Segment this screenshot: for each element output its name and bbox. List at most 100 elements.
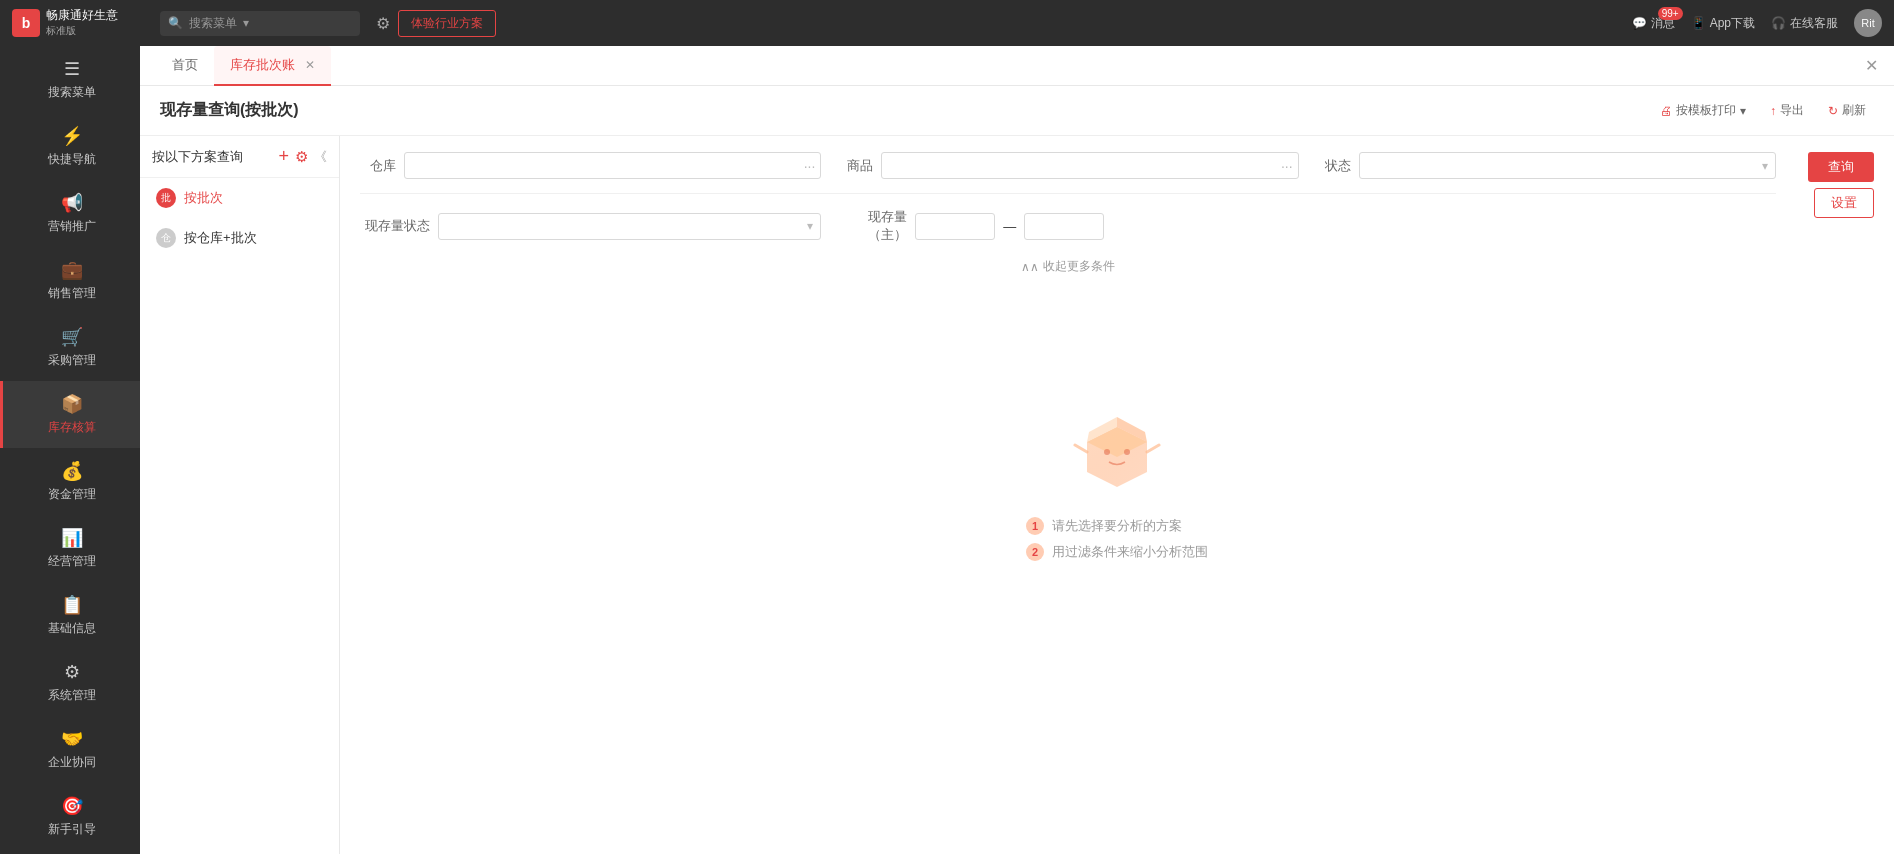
sales-icon: 💼 — [61, 259, 83, 281]
status-label: 状态 — [1315, 157, 1351, 175]
sidebar-label-guide: 新手引导 — [48, 821, 96, 838]
online-service-label: 在线客服 — [1790, 15, 1838, 32]
filter-item-by-warehouse-batch[interactable]: 仓 按仓库+批次 — [140, 218, 339, 258]
sidebar-item-purchase[interactable]: 🛒 采购管理 — [0, 314, 140, 381]
logo-icon: b — [12, 9, 40, 37]
basic-icon: 📋 — [61, 594, 83, 616]
collapse-btn[interactable]: ∧∧ 收起更多条件 — [1017, 254, 1119, 279]
tab-bar: 首页 库存批次账 ✕ ✕ — [140, 46, 1894, 86]
warehouse-more-btn[interactable]: ··· — [804, 158, 816, 174]
sidebar-label-search: 搜索菜单 — [48, 84, 96, 101]
warehouse-input-wrapper: ··· — [404, 152, 821, 179]
sidebar: ☰ 搜索菜单 ⚡ 快捷导航 📢 营销推广 💼 销售管理 🛒 采购管理 📦 库存核… — [0, 46, 140, 854]
warehouse-batch-icon: 仓 — [156, 228, 176, 248]
filter-item-warehouse-batch-label: 按仓库+批次 — [184, 229, 257, 247]
sidebar-item-system[interactable]: ⚙ 系统管理 — [0, 649, 140, 716]
inventory-status-group: 现存量状态 ▾ — [360, 213, 821, 240]
filter-row-1: 仓库 ··· 商品 — [360, 152, 1776, 179]
sidebar-item-enterprise[interactable]: 🤝 企业协同 — [0, 716, 140, 783]
header-right: 💬 消息 99+ 📱 App下载 🎧 在线客服 Rit — [1632, 9, 1882, 37]
menu-search-bar[interactable]: 🔍 搜索菜单 ▾ — [160, 11, 360, 36]
tab-home[interactable]: 首页 — [156, 46, 214, 86]
sidebar-item-operations[interactable]: 📊 经营管理 — [0, 515, 140, 582]
print-icon: 🖨 — [1660, 104, 1672, 118]
gear-icon: ⚙ — [376, 15, 390, 32]
export-icon: ↑ — [1770, 104, 1776, 118]
settings-btn[interactable]: 设置 — [1814, 188, 1874, 218]
system-icon: ⚙ — [64, 661, 80, 683]
sidebar-item-quick-nav[interactable]: ⚡ 快捷导航 — [0, 113, 140, 180]
filter-panel-header: 按以下方案查询 + ⚙ 《 — [140, 136, 339, 178]
svg-point-4 — [1104, 449, 1110, 455]
refresh-icon: ↻ — [1828, 104, 1838, 118]
message-action[interactable]: 💬 消息 99+ — [1632, 15, 1675, 32]
svg-line-6 — [1075, 445, 1087, 452]
tab-panel-close-btn[interactable]: ✕ — [1865, 56, 1878, 75]
phone-icon: 📱 — [1691, 16, 1706, 30]
filter-panel: 按以下方案查询 + ⚙ 《 批 按批次 仓 按仓库+批次 — [140, 136, 340, 854]
sidebar-label-basic: 基础信息 — [48, 620, 96, 637]
warehouse-input[interactable] — [404, 152, 821, 179]
close-icon: ✕ — [1865, 56, 1878, 75]
empty-illustration — [1067, 397, 1167, 497]
collapse-up-icon: ∧∧ — [1021, 260, 1039, 274]
sidebar-label-operations: 经营管理 — [48, 553, 96, 570]
filter-header-actions: + ⚙ 《 — [278, 146, 327, 167]
sidebar-item-sales[interactable]: 💼 销售管理 — [0, 247, 140, 314]
sidebar-label-enterprise: 企业协同 — [48, 754, 96, 771]
btn-group: 查询 设置 — [1792, 152, 1874, 218]
filter-collapse-btn[interactable]: 《 — [314, 148, 327, 166]
sidebar-item-search[interactable]: ☰ 搜索菜单 — [0, 46, 140, 113]
inventory-status-select[interactable] — [438, 213, 821, 240]
app-name: 畅康通好生意 — [46, 8, 118, 24]
sidebar-item-basic[interactable]: 📋 基础信息 — [0, 582, 140, 649]
status-select[interactable] — [1359, 152, 1776, 179]
enterprise-icon: 🤝 — [61, 728, 83, 750]
inventory-qty-label: 现存量（主） — [837, 208, 907, 244]
sidebar-item-guide[interactable]: 🎯 新手引导 — [0, 783, 140, 850]
search-label: 搜索菜单 — [189, 15, 237, 32]
user-area[interactable]: Rit — [1854, 9, 1882, 37]
sidebar-item-apps[interactable]: 🔲 应用中心 — [0, 850, 140, 854]
empty-state: 1 请先选择要分析的方案 2 用过滤条件来缩小分析范围 — [360, 279, 1874, 679]
collapse-label: 收起更多条件 — [1043, 258, 1115, 275]
experience-btn[interactable]: 体验行业方案 — [398, 10, 496, 37]
tab-inventory-batch[interactable]: 库存批次账 ✕ — [214, 46, 331, 86]
filter-divider — [360, 193, 1776, 194]
warehouse-label: 仓库 — [360, 157, 396, 175]
inventory-qty-to[interactable] — [1024, 213, 1104, 240]
product-filter-group: 商品 ··· — [837, 152, 1298, 179]
filter-add-btn[interactable]: + — [278, 146, 289, 167]
filter-item-by-batch[interactable]: 批 按批次 — [140, 178, 339, 218]
empty-tips: 1 请先选择要分析的方案 2 用过滤条件来缩小分析范围 — [1026, 517, 1208, 561]
query-btn[interactable]: 查询 — [1808, 152, 1874, 182]
quick-nav-icon: ⚡ — [61, 125, 83, 147]
online-service-action[interactable]: 🎧 在线客服 — [1771, 15, 1838, 32]
main-layout: ☰ 搜索菜单 ⚡ 快捷导航 📢 营销推广 💼 销售管理 🛒 采购管理 📦 库存核… — [0, 46, 1894, 854]
tab-close-btn[interactable]: ✕ — [305, 58, 315, 72]
sidebar-item-inventory[interactable]: 📦 库存核算 — [0, 381, 140, 448]
export-btn[interactable]: ↑ 导出 — [1762, 98, 1812, 123]
logo-info: 畅康通好生意 标准版 — [46, 8, 118, 38]
product-input-wrapper: ··· — [881, 152, 1298, 179]
dropdown-icon: ▾ — [243, 16, 249, 30]
gear-settings[interactable]: ⚙ — [376, 14, 390, 33]
sidebar-item-marketing[interactable]: 📢 营销推广 — [0, 180, 140, 247]
product-input[interactable] — [881, 152, 1298, 179]
svg-line-7 — [1147, 445, 1159, 452]
app-download-action[interactable]: 📱 App下载 — [1691, 15, 1755, 32]
sidebar-label-inventory: 库存核算 — [48, 419, 96, 436]
refresh-btn[interactable]: ↻ 刷新 — [1820, 98, 1874, 123]
inventory-qty-from[interactable] — [915, 213, 995, 240]
filter-panel-title: 按以下方案查询 — [152, 148, 243, 166]
sidebar-item-finance[interactable]: 💰 资金管理 — [0, 448, 140, 515]
batch-icon: 批 — [156, 188, 176, 208]
inventory-status-wrapper: ▾ — [438, 213, 821, 240]
purchase-icon: 🛒 — [61, 326, 83, 348]
product-more-btn[interactable]: ··· — [1281, 158, 1293, 174]
search-area: 仓库 ··· 商品 — [340, 136, 1894, 854]
export-label: 导出 — [1780, 102, 1804, 119]
print-btn[interactable]: 🖨 按模板打印 ▾ — [1652, 98, 1754, 123]
svg-point-5 — [1124, 449, 1130, 455]
filter-settings-btn[interactable]: ⚙ — [295, 148, 308, 166]
